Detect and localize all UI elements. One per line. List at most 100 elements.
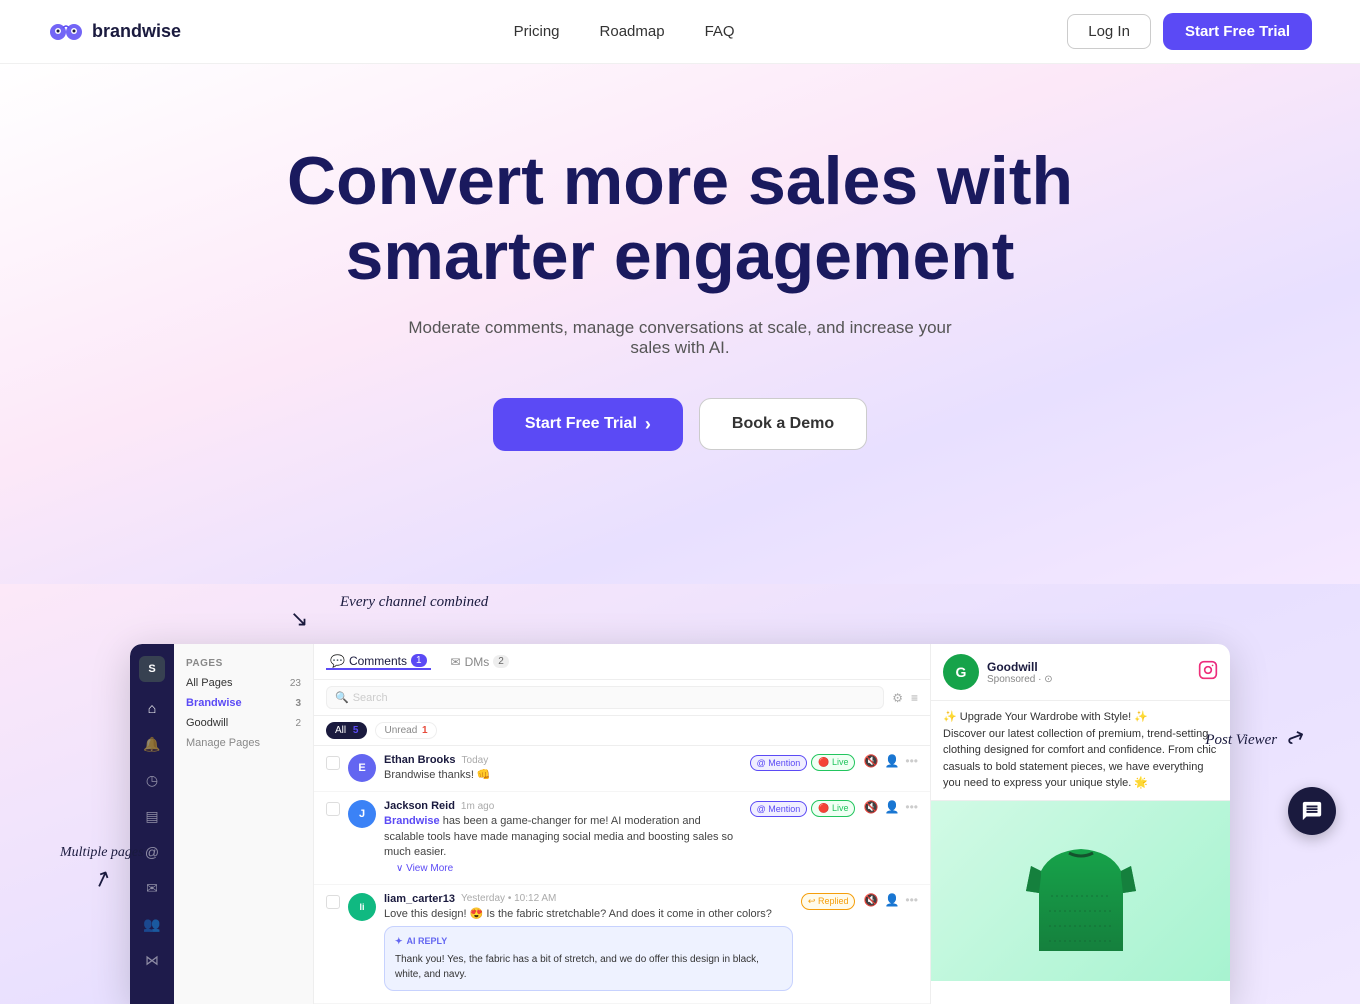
page-item-goodwill[interactable]: Goodwill2 <box>174 713 313 733</box>
comment-list: E Ethan Brooks Today Brandwise thanks! 👊… <box>314 746 930 1004</box>
badge-mention: @ Mention <box>750 755 808 771</box>
badge-replied: ↩ Replied <box>801 893 856 910</box>
comment-badges: @ Mention 🔴 Live <box>750 800 856 817</box>
hero-buttons: Start Free Trial › Book a Demo <box>493 398 867 451</box>
tab-dms[interactable]: ✉ DMs 2 <box>447 655 513 669</box>
chat-icon <box>1301 800 1323 822</box>
ai-reply-bubble: ✦ AI REPLY Thank you! Yes, the fabric ha… <box>384 926 793 992</box>
arrow-icon: › <box>645 414 651 435</box>
filter-unread[interactable]: Unread 1 <box>375 722 436 739</box>
view-more-button[interactable]: ∨ View More <box>384 861 742 876</box>
comment-time: Today <box>462 755 489 766</box>
comment-author: Ethan Brooks <box>384 754 456 766</box>
badge-live: 🔴 Live <box>811 754 855 771</box>
mute-icon[interactable]: 🔇 <box>863 893 878 907</box>
sidebar-bell-icon[interactable]: 🔔 <box>142 734 162 754</box>
mute-icon[interactable]: 🔇 <box>863 754 878 768</box>
sort-icon[interactable]: ≡ <box>911 691 918 705</box>
pages-header-label: PAGES <box>174 654 313 673</box>
comment-time: 1m ago <box>461 801 494 812</box>
tab-comments[interactable]: 💬 Comments 1 <box>326 654 431 670</box>
comment-badges: ↩ Replied <box>801 893 856 910</box>
hero-demo-button[interactable]: Book a Demo <box>699 398 867 450</box>
sidebar-layers-icon[interactable]: ▤ <box>142 806 162 826</box>
comment-checkbox[interactable] <box>326 756 340 770</box>
ai-reply-text: Thank you! Yes, the fabric has a bit of … <box>395 952 782 982</box>
logo[interactable]: brandwise <box>48 18 181 46</box>
comment-author: liam_carter13 <box>384 893 455 905</box>
page-item-manage[interactable]: Manage Pages <box>174 733 313 753</box>
main-nav: brandwise Pricing Roadmap FAQ Log In Sta… <box>0 0 1360 64</box>
sidebar-users-icon[interactable]: 👥 <box>142 914 162 934</box>
sidebar-at-icon[interactable]: @ <box>142 842 162 862</box>
comment-actions: 🔇 👤 ••• <box>863 754 918 768</box>
sidebar-clock-icon[interactable]: ◷ <box>142 770 162 790</box>
dashboard-mockup: S ⌂ 🔔 ◷ ▤ @ ✉ 👥 ⋈ PAGES All Pages23 <box>130 644 1230 1004</box>
chat-bubble-button[interactable] <box>1288 787 1336 835</box>
comment-time: Yesterday • 10:12 AM <box>461 893 556 904</box>
badge-live: 🔴 Live <box>811 800 855 817</box>
hero-section: Convert more sales with smarter engageme… <box>0 64 1360 584</box>
comment-author: Jackson Reid <box>384 800 455 812</box>
assign-icon[interactable]: 👤 <box>884 754 899 768</box>
nav-actions: Log In Start Free Trial <box>1067 13 1312 50</box>
post-caption: ✨ Upgrade Your Wardrobe with Style! ✨ Di… <box>931 701 1230 801</box>
comment-item[interactable]: li liam_carter13 Yesterday • 10:12 AM Lo… <box>314 885 930 1004</box>
annotation-every-channel: Every channel combined <box>340 594 488 611</box>
logo-text: brandwise <box>92 21 181 42</box>
pages-panel: PAGES All Pages23 Brandwise3 Goodwill2 M… <box>174 644 314 1004</box>
sweater-illustration <box>1021 821 1141 961</box>
more-icon[interactable]: ••• <box>905 754 918 768</box>
search-icon: 🔍 <box>335 691 349 704</box>
post-product-image <box>931 801 1230 981</box>
arrow-every-channel-icon: ↙ <box>290 606 308 632</box>
filter-all[interactable]: All 5 <box>326 722 367 739</box>
post-brand-avatar: G <box>943 654 979 690</box>
nav-link-pricing[interactable]: Pricing <box>514 23 560 40</box>
login-button[interactable]: Log In <box>1067 14 1151 49</box>
post-header: G Goodwill Sponsored · ⊙ <box>931 644 1230 701</box>
comments-toolbar: 🔍 Search ⚙ ≡ <box>314 680 930 716</box>
nav-link-roadmap[interactable]: Roadmap <box>600 23 665 40</box>
search-box[interactable]: 🔍 Search <box>326 686 884 709</box>
app-tabs: 💬 Comments 1 ✉ DMs 2 <box>314 644 930 680</box>
comment-body: Jackson Reid 1m ago Brandwise has been a… <box>384 800 742 875</box>
comment-item[interactable]: E Ethan Brooks Today Brandwise thanks! 👊… <box>314 746 930 792</box>
sidebar-inbox-icon[interactable]: ✉ <box>142 878 162 898</box>
filter-row: All 5 Unread 1 <box>314 716 930 746</box>
comment-checkbox[interactable] <box>326 802 340 816</box>
comment-body: liam_carter13 Yesterday • 10:12 AM Love … <box>384 893 793 996</box>
sidebar-share-icon[interactable]: ⋈ <box>142 950 162 970</box>
app-main-content: 💬 Comments 1 ✉ DMs 2 🔍 <box>314 644 930 1004</box>
assign-icon[interactable]: 👤 <box>884 800 899 814</box>
mute-icon[interactable]: 🔇 <box>863 800 878 814</box>
comment-avatar: li <box>348 893 376 921</box>
hero-trial-button[interactable]: Start Free Trial › <box>493 398 683 451</box>
post-sponsored: Sponsored · ⊙ <box>987 674 1190 685</box>
nav-trial-button[interactable]: Start Free Trial <box>1163 13 1312 50</box>
comment-text: Brandwise has been a game-changer for me… <box>384 814 742 860</box>
comment-text: Love this design! 😍 Is the fabric stretc… <box>384 907 793 922</box>
nav-links: Pricing Roadmap FAQ <box>514 23 735 40</box>
comment-body: Ethan Brooks Today Brandwise thanks! 👊 <box>384 754 742 783</box>
page-item-brandwise[interactable]: Brandwise3 <box>174 693 313 713</box>
comment-actions: 🔇 👤 ••• <box>863 893 918 907</box>
post-brand-info: Goodwill Sponsored · ⊙ <box>987 660 1190 685</box>
more-icon[interactable]: ••• <box>905 800 918 814</box>
sidebar-home-icon[interactable]: ⌂ <box>142 698 162 718</box>
comment-item[interactable]: J Jackson Reid 1m ago Brandwise has been… <box>314 792 930 884</box>
demo-section: ↙ Every channel combined Multiple pages … <box>0 584 1360 1004</box>
more-icon[interactable]: ••• <box>905 893 918 907</box>
sidebar-user-avatar: S <box>139 656 165 682</box>
post-brand-name: Goodwill <box>987 660 1190 674</box>
filter-icon[interactable]: ⚙ <box>892 691 903 705</box>
annotation-post-viewer: Post Viewer ↩ <box>1205 724 1304 750</box>
brandwise-logo-icon <box>48 18 84 46</box>
app-panel: S ⌂ 🔔 ◷ ▤ @ ✉ 👥 ⋈ PAGES All Pages23 <box>130 644 930 1004</box>
nav-link-faq[interactable]: FAQ <box>705 23 735 40</box>
search-placeholder: Search <box>353 692 388 704</box>
assign-icon[interactable]: 👤 <box>884 893 899 907</box>
page-item-all[interactable]: All Pages23 <box>174 673 313 693</box>
comment-checkbox[interactable] <box>326 895 340 909</box>
comment-avatar: E <box>348 754 376 782</box>
